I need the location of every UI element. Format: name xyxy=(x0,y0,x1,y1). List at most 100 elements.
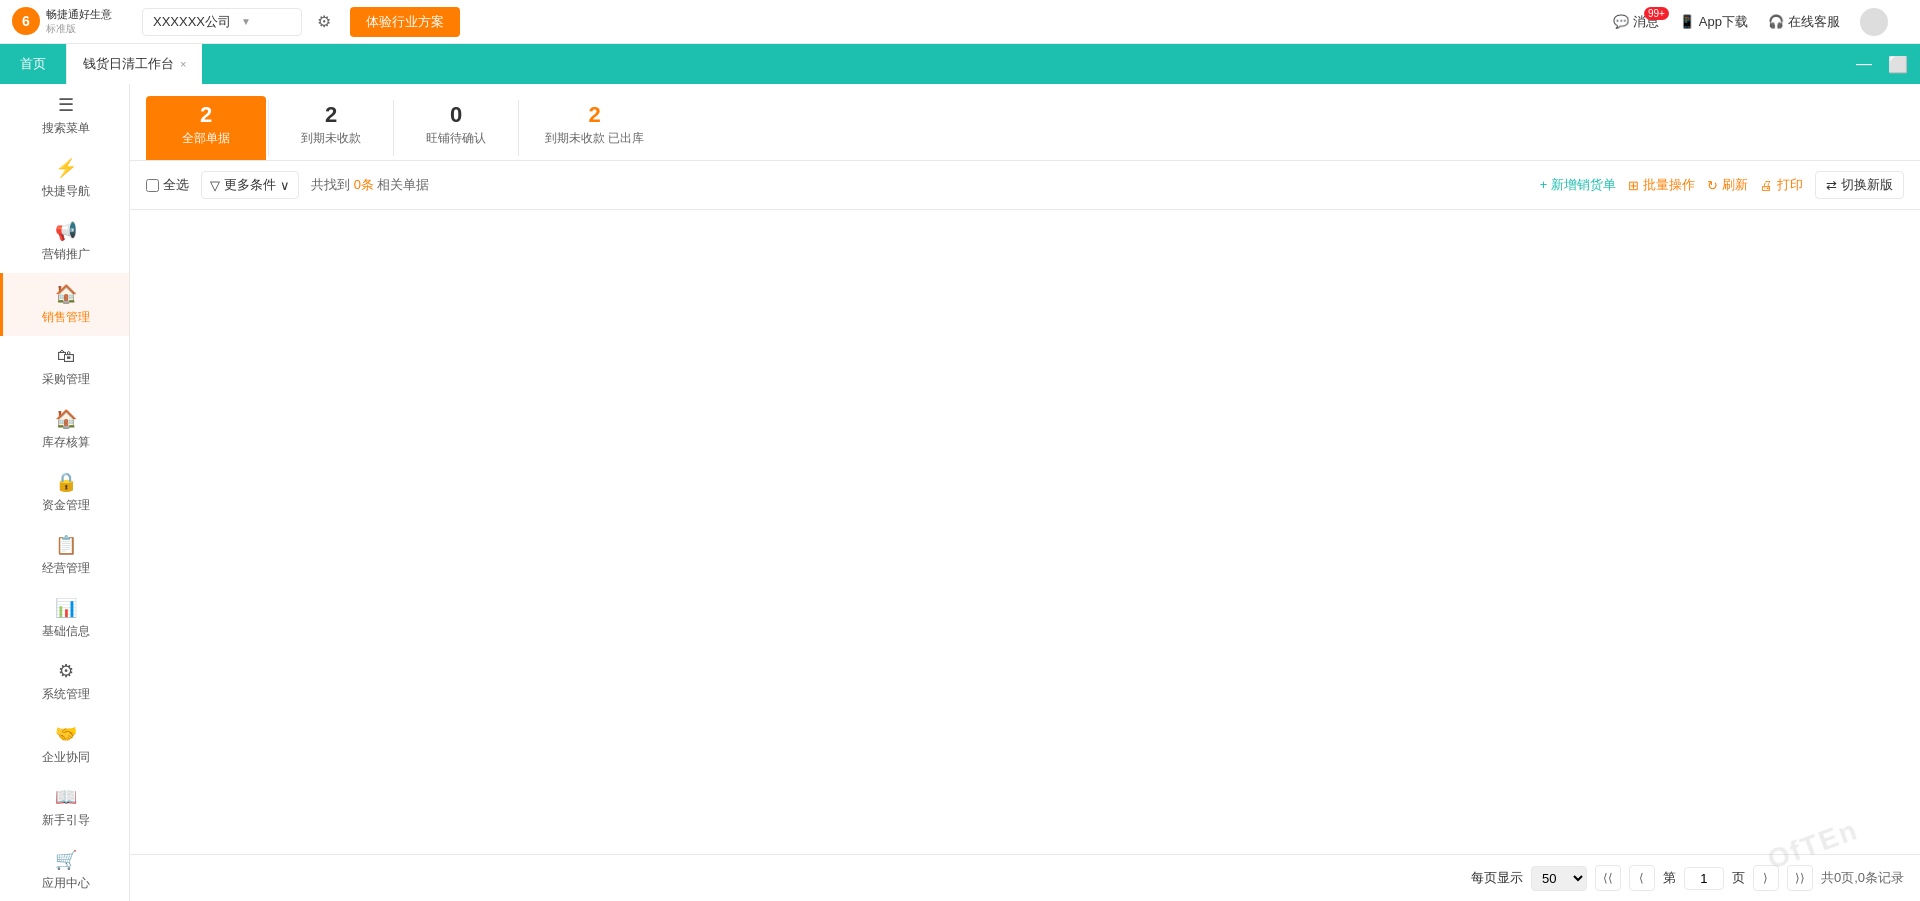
trial-button[interactable]: 体验行业方案 xyxy=(350,7,460,37)
page-label2: 页 xyxy=(1732,869,1745,887)
system-label: 系统管理 xyxy=(42,686,90,703)
prev-page-button[interactable]: ⟨ xyxy=(1629,865,1655,891)
sales-label: 销售管理 xyxy=(42,309,90,326)
page-input[interactable]: 1 xyxy=(1684,867,1724,890)
system-icon: ⚙ xyxy=(58,660,74,682)
minimize-button[interactable]: — xyxy=(1852,51,1876,77)
refresh-button[interactable]: ↻ 刷新 xyxy=(1707,176,1748,194)
operations-icon: 📋 xyxy=(55,534,77,556)
sidebar-item-system[interactable]: ⚙ 系统管理 xyxy=(0,650,129,713)
settings-button[interactable]: ⚙ xyxy=(310,8,338,36)
message-badge: 99+ xyxy=(1644,7,1669,20)
phone-icon: 📱 xyxy=(1679,14,1695,29)
search-menu-icon: ☰ xyxy=(58,94,74,116)
tab-active[interactable]: 钱货日清工作台 × xyxy=(66,44,202,84)
sidebar-item-sales[interactable]: 🏠 销售管理 xyxy=(0,273,129,336)
batch-icon: ⊞ xyxy=(1628,178,1639,193)
avatar[interactable] xyxy=(1860,8,1888,36)
next-page-button[interactable]: ⟩ xyxy=(1753,865,1779,891)
sidebar-item-search-menu[interactable]: ☰ 搜索菜单 xyxy=(0,84,129,147)
print-label: 打印 xyxy=(1777,176,1803,194)
batch-operation-button[interactable]: ⊞ 批量操作 xyxy=(1628,176,1695,194)
refresh-label: 刷新 xyxy=(1722,176,1748,194)
print-button[interactable]: 🖨 打印 xyxy=(1760,176,1803,194)
stat-tab-overdue[interactable]: 2 到期未收款 xyxy=(271,96,391,160)
found-prefix: 共找到 xyxy=(311,177,350,192)
pagination-bar: 每页显示 50 100 200 ⟨⟨ ⟨ 第 1 页 ⟩ ⟩⟩ 共0页,0条记录 xyxy=(130,854,1920,901)
purchase-label: 采购管理 xyxy=(42,371,90,388)
online-service-button[interactable]: 🎧 在线客服 xyxy=(1768,13,1840,31)
app-download-label: App下载 xyxy=(1699,13,1748,31)
base-info-icon: 📊 xyxy=(55,597,77,619)
app-download-button[interactable]: 📱 App下载 xyxy=(1679,13,1748,31)
select-all-input[interactable] xyxy=(146,179,159,192)
message-button[interactable]: 💬 消息 99+ xyxy=(1613,13,1659,31)
switch-version-button[interactable]: ⇄ 切换新版 xyxy=(1815,171,1904,199)
company-dropdown-arrow: ▼ xyxy=(241,16,251,27)
sidebar-item-quick-nav[interactable]: ⚡ 快捷导航 xyxy=(0,147,129,210)
app-center-icon: 🛒 xyxy=(55,849,77,871)
sales-icon: 🏠 xyxy=(55,283,77,305)
stat-count-pending: 0 xyxy=(450,104,462,126)
stat-label-overdue: 到期未收款 xyxy=(301,130,361,147)
stats-bar: 2 全部单据 2 到期未收款 0 旺铺待确认 2 到期未收款 已出库 xyxy=(130,84,1920,161)
stat-divider xyxy=(393,100,394,156)
stat-count-all: 2 xyxy=(200,104,212,126)
logo-area: 6 畅捷通好生意 标准版 xyxy=(12,7,142,35)
finance-label: 资金管理 xyxy=(42,497,90,514)
last-page-button[interactable]: ⟩⟩ xyxy=(1787,865,1813,891)
first-page-button[interactable]: ⟨⟨ xyxy=(1595,865,1621,891)
tab-close-button[interactable]: × xyxy=(180,58,186,70)
filter-button[interactable]: ▽ 更多条件 ∨ xyxy=(201,171,299,199)
operations-label: 经营管理 xyxy=(42,560,90,577)
sidebar-item-guide[interactable]: 📖 新手引导 xyxy=(0,776,129,839)
enterprise-label: 企业协同 xyxy=(42,749,90,766)
sidebar-item-inventory[interactable]: 🏠 库存核算 xyxy=(0,398,129,461)
gear-icon: ⚙ xyxy=(317,12,331,31)
company-name: XXXXXX公司 xyxy=(153,13,231,31)
content-area: 2 全部单据 2 到期未收款 0 旺铺待确认 2 到期未收款 已出库 全选 ▽ … xyxy=(130,84,1920,901)
page-total: 共0页,0条记录 xyxy=(1821,869,1904,887)
stat-tab-pending[interactable]: 0 旺铺待确认 xyxy=(396,96,516,160)
batch-label: 批量操作 xyxy=(1643,176,1695,194)
top-header: 6 畅捷通好生意 标准版 XXXXXX公司 ▼ ⚙ 体验行业方案 💬 消息 99… xyxy=(0,0,1920,44)
toolbar-right: + 新增销货单 ⊞ 批量操作 ↻ 刷新 🖨 打印 ⇄ 切换新版 xyxy=(1540,171,1904,199)
stat-tab-overdue-shipped[interactable]: 2 到期未收款 已出库 xyxy=(521,96,668,160)
switch-label: 切换新版 xyxy=(1841,176,1893,194)
marketing-icon: 📢 xyxy=(55,220,77,242)
app-center-label: 应用中心 xyxy=(42,875,90,892)
select-all-label: 全选 xyxy=(163,176,189,194)
stat-label-all: 全部单据 xyxy=(182,130,230,147)
online-service-label: 在线客服 xyxy=(1788,13,1840,31)
main-layout: ☰ 搜索菜单 ⚡ 快捷导航 📢 营销推广 🏠 销售管理 🛍 采购管理 🏠 库存核… xyxy=(0,84,1920,901)
sidebar-item-app-center[interactable]: 🛒 应用中心 xyxy=(0,839,129,901)
per-page-label: 每页显示 xyxy=(1471,869,1523,887)
sidebar-item-operations[interactable]: 📋 经营管理 xyxy=(0,524,129,587)
guide-icon: 📖 xyxy=(55,786,77,808)
add-sales-order-button[interactable]: + 新增销货单 xyxy=(1540,176,1616,194)
logo-badge: 标准版 xyxy=(46,22,112,36)
tab-bar: 首页 钱货日清工作台 × — ⬜ xyxy=(0,44,1920,84)
sidebar-item-base-info[interactable]: 📊 基础信息 xyxy=(0,587,129,650)
found-count: 0条 xyxy=(354,177,374,192)
select-all-checkbox[interactable]: 全选 xyxy=(146,176,189,194)
sidebar-item-finance[interactable]: 🔒 资金管理 xyxy=(0,461,129,524)
enterprise-icon: 🤝 xyxy=(55,723,77,745)
sidebar-item-marketing[interactable]: 📢 营销推广 xyxy=(0,210,129,273)
company-selector[interactable]: XXXXXX公司 ▼ xyxy=(142,8,302,36)
sidebar-item-enterprise[interactable]: 🤝 企业协同 xyxy=(0,713,129,776)
logo-text: 畅捷通好生意 xyxy=(46,7,112,21)
maximize-button[interactable]: ⬜ xyxy=(1884,51,1912,78)
inventory-label: 库存核算 xyxy=(42,434,90,451)
message-icon: 💬 xyxy=(1613,14,1629,29)
sidebar-item-purchase[interactable]: 🛍 采购管理 xyxy=(0,336,129,398)
purchase-icon: 🛍 xyxy=(57,346,75,367)
stat-tab-all[interactable]: 2 全部单据 xyxy=(146,96,266,160)
table-area xyxy=(130,210,1920,854)
tab-home[interactable]: 首页 xyxy=(0,44,66,84)
stat-divider xyxy=(268,100,269,156)
stat-label-pending: 旺铺待确认 xyxy=(426,130,486,147)
quick-nav-label: 快捷导航 xyxy=(42,183,90,200)
per-page-select[interactable]: 50 100 200 xyxy=(1531,866,1587,891)
search-menu-label: 搜索菜单 xyxy=(42,120,90,137)
